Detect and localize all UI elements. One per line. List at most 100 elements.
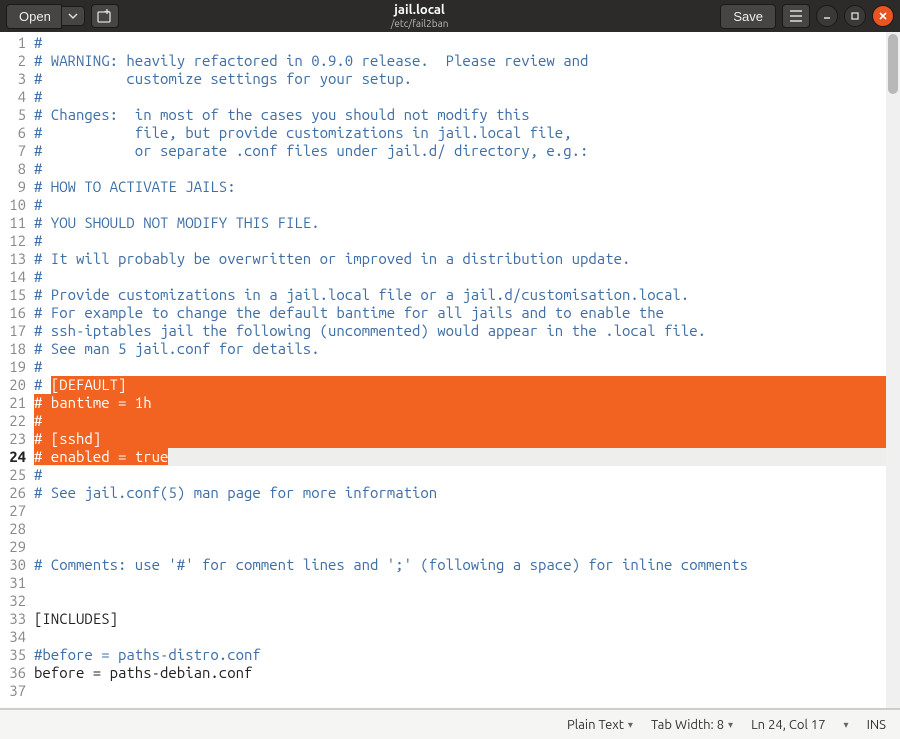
code-line[interactable] [34,574,900,592]
chevron-down-icon [68,11,78,21]
chevron-down-icon: ▾ [628,719,633,731]
line-number: 17 [0,322,26,340]
line-number: 25 [0,466,26,484]
code-line[interactable]: # bantime = 1h [34,394,900,412]
headerbar: Open jail.local /etc/fail2ban Save [0,0,900,32]
code-line[interactable]: # Provide customizations in a jail.local… [34,286,900,304]
hamburger-menu-button[interactable] [782,4,810,28]
headerbar-title-area: jail.local /etc/fail2ban [123,3,717,28]
code-line[interactable]: # [34,358,900,376]
scrollbar-thumb[interactable] [888,34,898,94]
line-number: 22 [0,412,26,430]
headerbar-left: Open [6,4,119,29]
line-number: 37 [0,682,26,700]
open-button[interactable]: Open [6,4,62,29]
code-line[interactable]: # [34,88,900,106]
line-number: 6 [0,124,26,142]
code-line[interactable] [34,628,900,646]
line-number: 34 [0,628,26,646]
code-line[interactable]: # ssh-iptables jail the following (uncom… [34,322,900,340]
tab-width-selector[interactable]: Tab Width: 8 ▾ [651,718,733,732]
code-line[interactable] [34,538,900,556]
code-line[interactable]: #before = paths-distro.conf [34,646,900,664]
close-icon [878,11,888,21]
line-number: 10 [0,196,26,214]
document-title: jail.local [123,3,717,17]
code-line[interactable]: # [34,196,900,214]
code-line[interactable]: # customize settings for your setup. [34,70,900,88]
line-number: 35 [0,646,26,664]
line-number: 26 [0,484,26,502]
code-line[interactable] [34,502,900,520]
cursor-position[interactable]: Ln 24, Col 17 [751,718,825,732]
line-number: 30 [0,556,26,574]
insert-mode-label: INS [867,718,886,732]
line-number: 23 [0,430,26,448]
line-number: 18 [0,340,26,358]
code-line[interactable]: # HOW TO ACTIVATE JAILS: [34,178,900,196]
line-number: 5 [0,106,26,124]
code-line[interactable]: # [DEFAULT] [34,376,900,394]
new-document-button[interactable] [91,4,119,28]
line-number: 9 [0,178,26,196]
open-recent-dropdown[interactable] [61,6,85,26]
document-path: /etc/fail2ban [123,18,717,29]
line-number: 24 [0,448,26,466]
hamburger-icon [789,10,803,22]
save-button[interactable]: Save [720,4,776,29]
line-number: 36 [0,664,26,682]
code-line[interactable]: # or separate .conf files under jail.d/ … [34,142,900,160]
headerbar-right: Save [720,4,894,29]
code-line[interactable]: # [34,160,900,178]
code-line[interactable]: # enabled = true [34,448,900,466]
line-number: 32 [0,592,26,610]
code-line[interactable] [34,520,900,538]
code-line[interactable]: # [34,268,900,286]
window-maximize-button[interactable] [844,5,866,27]
syntax-label: Plain Text [567,718,624,732]
line-number-gutter: 1234567891011121314151617181920212223242… [0,32,30,708]
code-line[interactable] [34,682,900,700]
chevron-down-icon: ▾ [728,719,733,731]
cursor-position-label: Ln 24, Col 17 [751,718,825,732]
statusbar: Plain Text ▾ Tab Width: 8 ▾ Ln 24, Col 1… [0,709,900,739]
line-number: 29 [0,538,26,556]
syntax-selector[interactable]: Plain Text ▾ [567,718,633,732]
code-line[interactable] [34,592,900,610]
code-line[interactable]: # file, but provide customizations in ja… [34,124,900,142]
code-line[interactable]: # WARNING: heavily refactored in 0.9.0 r… [34,52,900,70]
code-line[interactable]: # See jail.conf(5) man page for more inf… [34,484,900,502]
new-tab-icon [97,9,113,23]
editor-area[interactable]: 1234567891011121314151617181920212223242… [0,32,900,709]
line-number: 2 [0,52,26,70]
code-line[interactable]: # Changes: in most of the cases you shou… [34,106,900,124]
code-line[interactable]: # YOU SHOULD NOT MODIFY THIS FILE. [34,214,900,232]
line-number: 21 [0,394,26,412]
line-number: 31 [0,574,26,592]
vertical-scrollbar[interactable] [886,32,900,708]
window-close-button[interactable] [872,5,894,27]
text-content[interactable]: ## WARNING: heavily refactored in 0.9.0 … [30,32,900,708]
line-number: 20 [0,376,26,394]
chevron-down-icon: ▾ [844,719,849,731]
line-number: 7 [0,142,26,160]
code-line[interactable]: # See man 5 jail.conf for details. [34,340,900,358]
code-line[interactable]: # [34,412,900,430]
insert-mode-toggle[interactable]: INS [867,718,886,732]
line-number: 3 [0,70,26,88]
line-number: 15 [0,286,26,304]
code-line[interactable]: # [34,232,900,250]
code-line[interactable]: # [34,466,900,484]
code-line[interactable]: # For example to change the default bant… [34,304,900,322]
code-line[interactable]: [INCLUDES] [34,610,900,628]
line-number: 14 [0,268,26,286]
line-number: 13 [0,250,26,268]
code-line[interactable]: # [sshd] [34,430,900,448]
line-number: 4 [0,88,26,106]
code-line[interactable]: # Comments: use '#' for comment lines an… [34,556,900,574]
window-minimize-button[interactable] [816,5,838,27]
code-line[interactable]: # It will probably be overwritten or imp… [34,250,900,268]
line-number: 19 [0,358,26,376]
code-line[interactable]: # [34,34,900,52]
code-line[interactable]: before = paths-debian.conf [34,664,900,682]
